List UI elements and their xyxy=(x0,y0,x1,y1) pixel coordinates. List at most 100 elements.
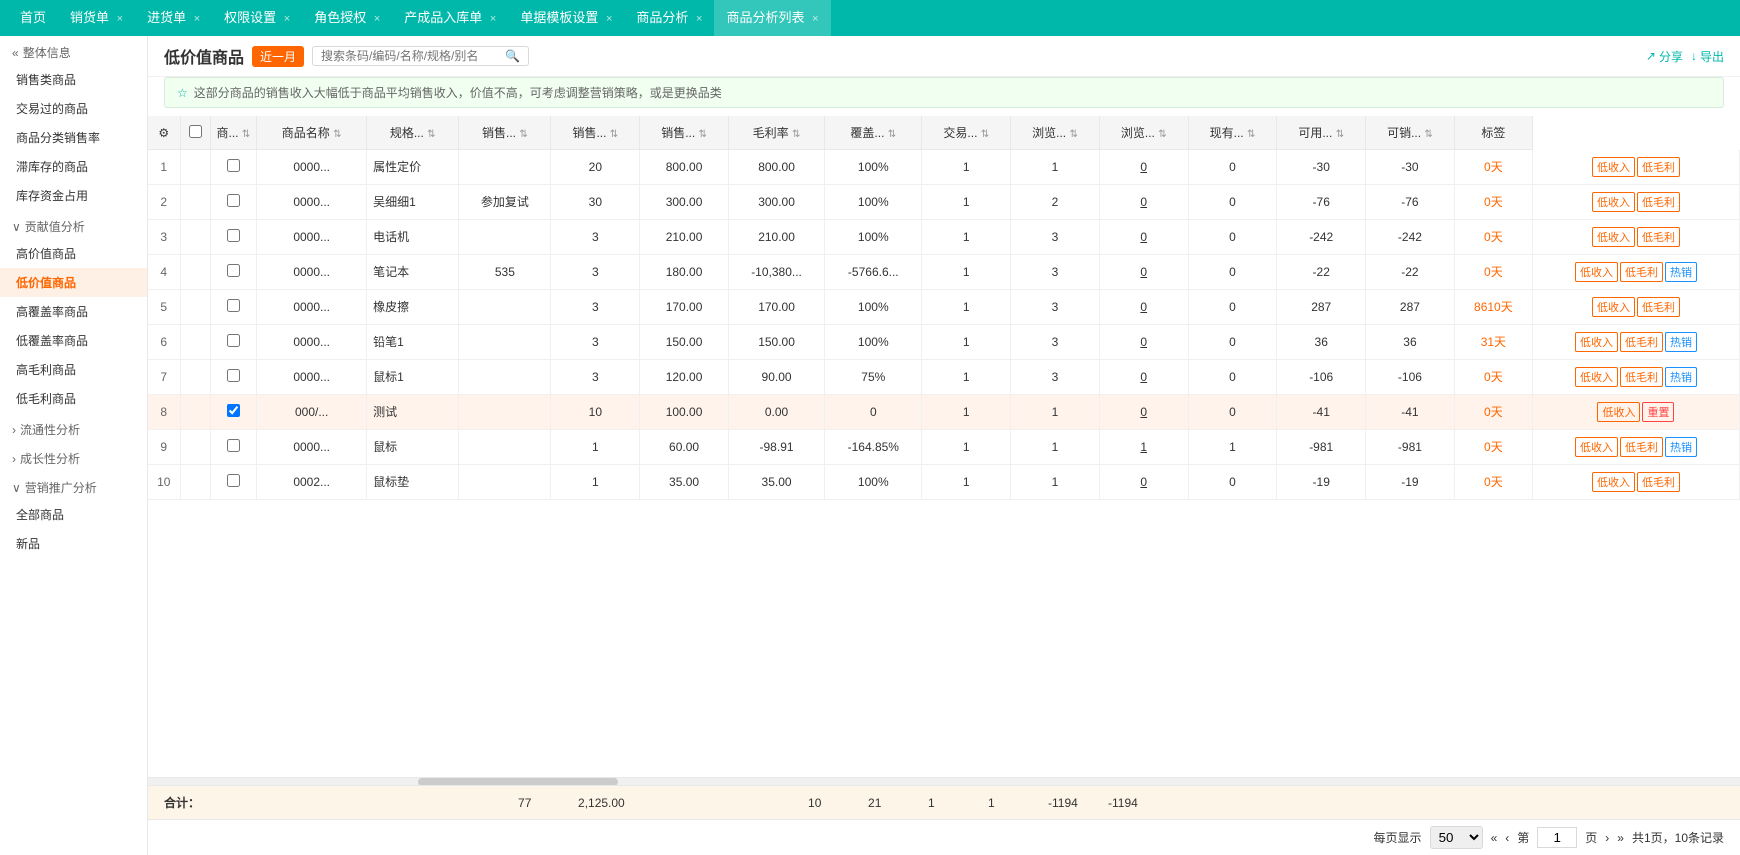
th-name[interactable]: 商品名称 ⇅ xyxy=(257,116,367,150)
nav-product[interactable]: 产成品入库单 × xyxy=(392,0,508,36)
page-first-btn[interactable]: « xyxy=(1491,831,1498,845)
row-name[interactable]: 鼠标垫 xyxy=(367,464,459,499)
th-checkbox[interactable] xyxy=(180,116,210,150)
row-name[interactable]: 鼠标 xyxy=(367,429,459,464)
th-gear[interactable]: ⚙ xyxy=(148,116,180,150)
row-name[interactable]: 橡皮擦 xyxy=(367,289,459,324)
search-icon[interactable]: 🔍 xyxy=(505,49,520,63)
row-checkbox[interactable] xyxy=(227,229,240,242)
row-checkbox[interactable] xyxy=(227,439,240,452)
row-name[interactable]: 铅笔1 xyxy=(367,324,459,359)
nav-analysis-list[interactable]: 商品分析列表 × xyxy=(714,0,830,36)
row-browse1[interactable]: 0 xyxy=(1099,464,1188,499)
th-trade[interactable]: 交易... ⇅ xyxy=(922,116,1011,150)
page-last-btn[interactable]: » xyxy=(1617,831,1624,845)
sidebar-item-all-products[interactable]: 全部商品 xyxy=(0,500,147,529)
export-btn[interactable]: ↓ 导出 xyxy=(1691,48,1724,65)
row-name[interactable]: 电话机 xyxy=(367,219,459,254)
row-checkbox[interactable] xyxy=(227,299,240,312)
sidebar-item-low-coverage[interactable]: 低覆盖率商品 xyxy=(0,326,147,355)
gear-icon[interactable]: ⚙ xyxy=(158,126,169,140)
row-checkbox-cell[interactable] xyxy=(210,359,257,394)
check-all[interactable] xyxy=(189,125,202,138)
th-current[interactable]: 现有... ⇅ xyxy=(1188,116,1277,150)
share-btn[interactable]: ↗ 分享 xyxy=(1646,48,1683,65)
row-checkbox-cell[interactable] xyxy=(210,394,257,429)
nav-role[interactable]: 角色授权 × xyxy=(302,0,392,36)
sidebar-item-traded[interactable]: 交易过的商品 xyxy=(0,94,147,123)
row-name[interactable]: 笔记本 xyxy=(367,254,459,289)
sidebar-item-low-margin[interactable]: 低毛利商品 xyxy=(0,384,147,413)
sidebar-item-slow-stock[interactable]: 滞库存的商品 xyxy=(0,152,147,181)
row-checkbox-cell[interactable] xyxy=(210,184,257,219)
nav-home[interactable]: 首页 xyxy=(8,0,58,36)
row-checkbox-cell[interactable] xyxy=(210,464,257,499)
page-number-input[interactable] xyxy=(1537,827,1577,848)
page-next-btn[interactable]: › xyxy=(1605,831,1609,845)
nav-purchase[interactable]: 进货单 × xyxy=(135,0,212,36)
row-name[interactable]: 吴细细1 xyxy=(367,184,459,219)
sidebar-section-growth[interactable]: › 成长性分析 xyxy=(0,442,147,471)
row-browse1[interactable]: 0 xyxy=(1099,150,1188,185)
row-checkbox-cell[interactable] xyxy=(210,289,257,324)
row-checkbox[interactable] xyxy=(227,159,240,172)
page-size-select[interactable]: 50 10 20 100 xyxy=(1430,826,1483,849)
row-checkbox-cell[interactable] xyxy=(210,150,257,185)
sidebar-item-category-rate[interactable]: 商品分类销售率 xyxy=(0,123,147,152)
th-code[interactable]: 商... ⇅ xyxy=(210,116,257,150)
page-prev-btn[interactable]: ‹ xyxy=(1505,831,1509,845)
nav-template[interactable]: 单据模板设置 × xyxy=(508,0,624,36)
row-browse1[interactable]: 0 xyxy=(1099,219,1188,254)
sidebar-section-overall[interactable]: « 整体信息 xyxy=(0,36,147,65)
row-name[interactable]: 鼠标1 xyxy=(367,359,459,394)
table-container[interactable]: ⚙ 商... ⇅ 商品名称 ⇅ 规格... ⇅ 销售... ⇅ 销售... ⇅ … xyxy=(148,116,1740,777)
row-checkbox-cell[interactable] xyxy=(210,324,257,359)
th-col1[interactable]: 销售... ⇅ xyxy=(459,116,551,150)
row-checkbox[interactable] xyxy=(227,474,240,487)
th-margin[interactable]: 毛利率 ⇅ xyxy=(728,116,824,150)
sidebar-item-high-coverage[interactable]: 高覆盖率商品 xyxy=(0,297,147,326)
horizontal-scrollbar[interactable] xyxy=(148,777,1740,785)
row-tags: 低收入低毛利 xyxy=(1532,184,1739,219)
th-coverage[interactable]: 覆盖... ⇅ xyxy=(825,116,922,150)
th-col2[interactable]: 销售... ⇅ xyxy=(551,116,640,150)
th-col3[interactable]: 销售... ⇅ xyxy=(640,116,729,150)
th-available[interactable]: 可用... ⇅ xyxy=(1277,116,1366,150)
sidebar-section-contribution[interactable]: ∨ 贡献值分析 xyxy=(0,210,147,239)
th-sellable[interactable]: 可销... ⇅ xyxy=(1366,116,1455,150)
sidebar-item-new-products[interactable]: 新品 xyxy=(0,529,147,558)
nav-sales[interactable]: 销货单 × xyxy=(58,0,135,36)
row-browse1[interactable]: 0 xyxy=(1099,394,1188,429)
row-name[interactable]: 属性定价 xyxy=(367,150,459,185)
sidebar-section-circulation[interactable]: › 流通性分析 xyxy=(0,413,147,442)
nav-permission[interactable]: 权限设置 × xyxy=(212,0,302,36)
row-browse1[interactable]: 0 xyxy=(1099,289,1188,324)
nav-analysis[interactable]: 商品分析 × xyxy=(624,0,714,36)
date-filter-btn[interactable]: 近一月 xyxy=(252,46,304,67)
row-checkbox[interactable] xyxy=(227,264,240,277)
row-browse1[interactable]: 0 xyxy=(1099,184,1188,219)
search-input[interactable] xyxy=(321,49,501,63)
row-checkbox-cell[interactable] xyxy=(210,429,257,464)
row-name[interactable]: 测试 xyxy=(367,394,459,429)
row-browse1[interactable]: 0 xyxy=(1099,254,1188,289)
th-browse1[interactable]: 浏览... ⇅ xyxy=(1011,116,1100,150)
sidebar-item-high-margin[interactable]: 高毛利商品 xyxy=(0,355,147,384)
sidebar-item-low-value[interactable]: 低价值商品 xyxy=(0,268,147,297)
row-checkbox[interactable] xyxy=(227,369,240,382)
th-browse2[interactable]: 浏览... ⇅ xyxy=(1099,116,1188,150)
row-checkbox[interactable] xyxy=(227,334,240,347)
row-checkbox-cell[interactable] xyxy=(210,219,257,254)
sidebar-item-sales-products[interactable]: 销售类商品 xyxy=(0,65,147,94)
row-checkbox[interactable] xyxy=(227,194,240,207)
th-tags[interactable]: 标签 xyxy=(1454,116,1532,150)
sidebar-item-high-value[interactable]: 高价值商品 xyxy=(0,239,147,268)
row-browse1[interactable]: 0 xyxy=(1099,324,1188,359)
row-checkbox-cell[interactable] xyxy=(210,254,257,289)
row-checkbox[interactable] xyxy=(227,404,240,417)
row-browse1[interactable]: 0 xyxy=(1099,359,1188,394)
sidebar-item-inventory-capital[interactable]: 库存资金占用 xyxy=(0,181,147,210)
th-spec[interactable]: 规格... ⇅ xyxy=(367,116,459,150)
row-browse1[interactable]: 1 xyxy=(1099,429,1188,464)
sidebar-section-marketing[interactable]: ∨ 营销推广分析 xyxy=(0,471,147,500)
